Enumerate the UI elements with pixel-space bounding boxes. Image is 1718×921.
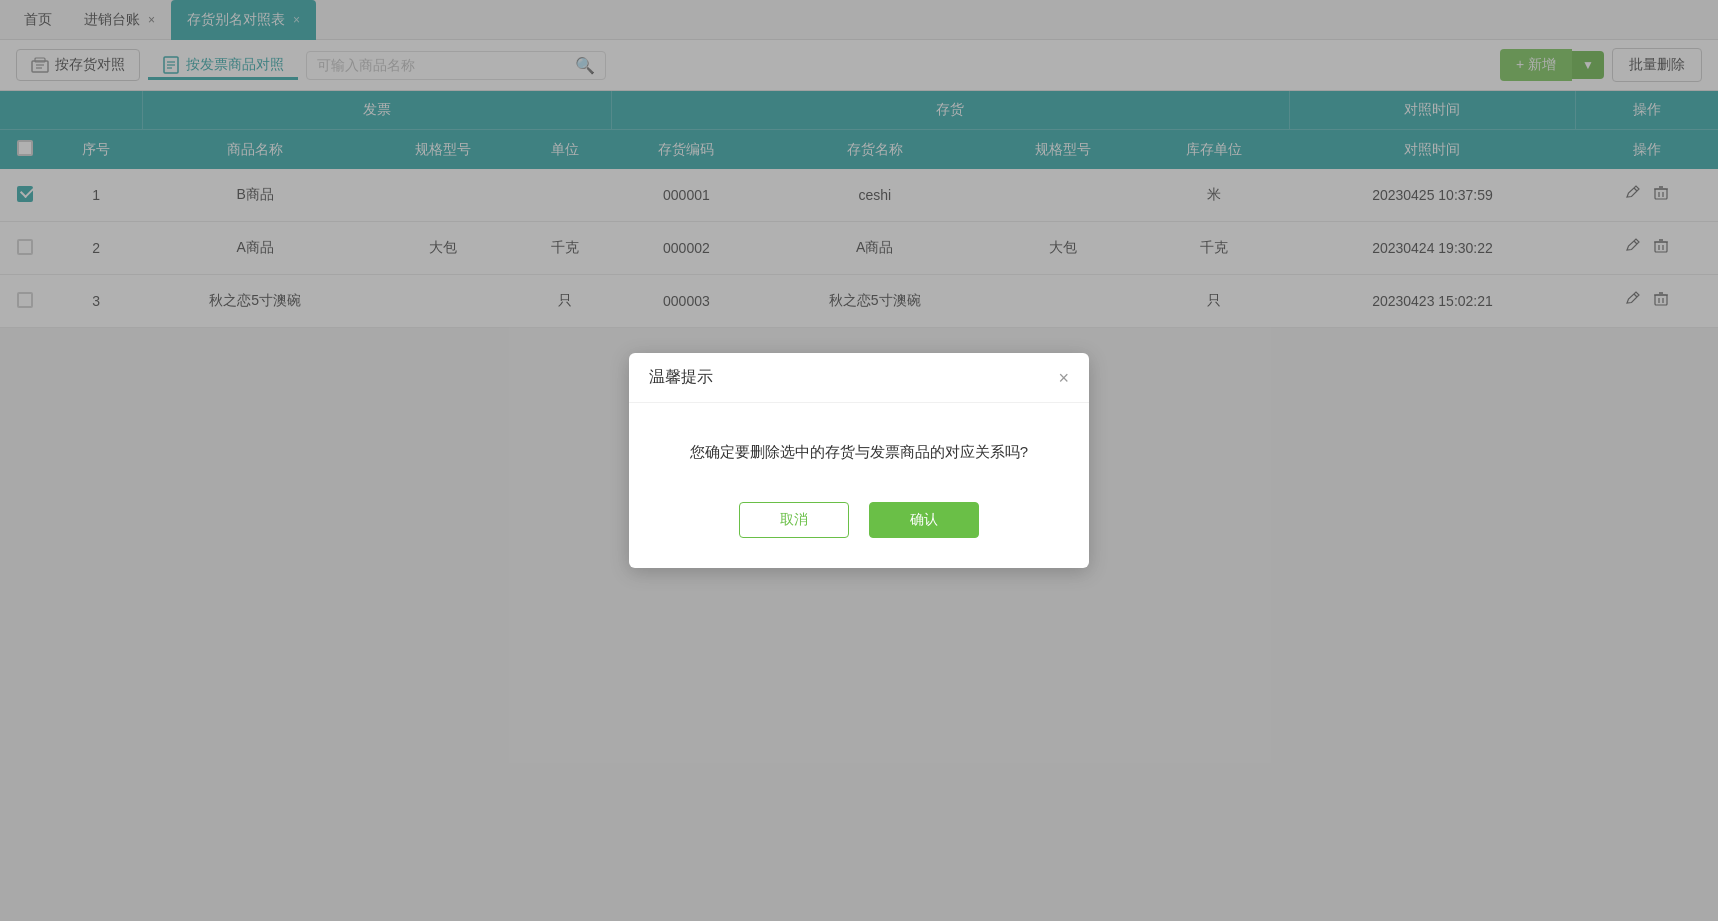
modal-overlay: 温馨提示 × 您确定要删除选中的存货与发票商品的对应关系吗? 取消 确认 (0, 0, 1718, 328)
